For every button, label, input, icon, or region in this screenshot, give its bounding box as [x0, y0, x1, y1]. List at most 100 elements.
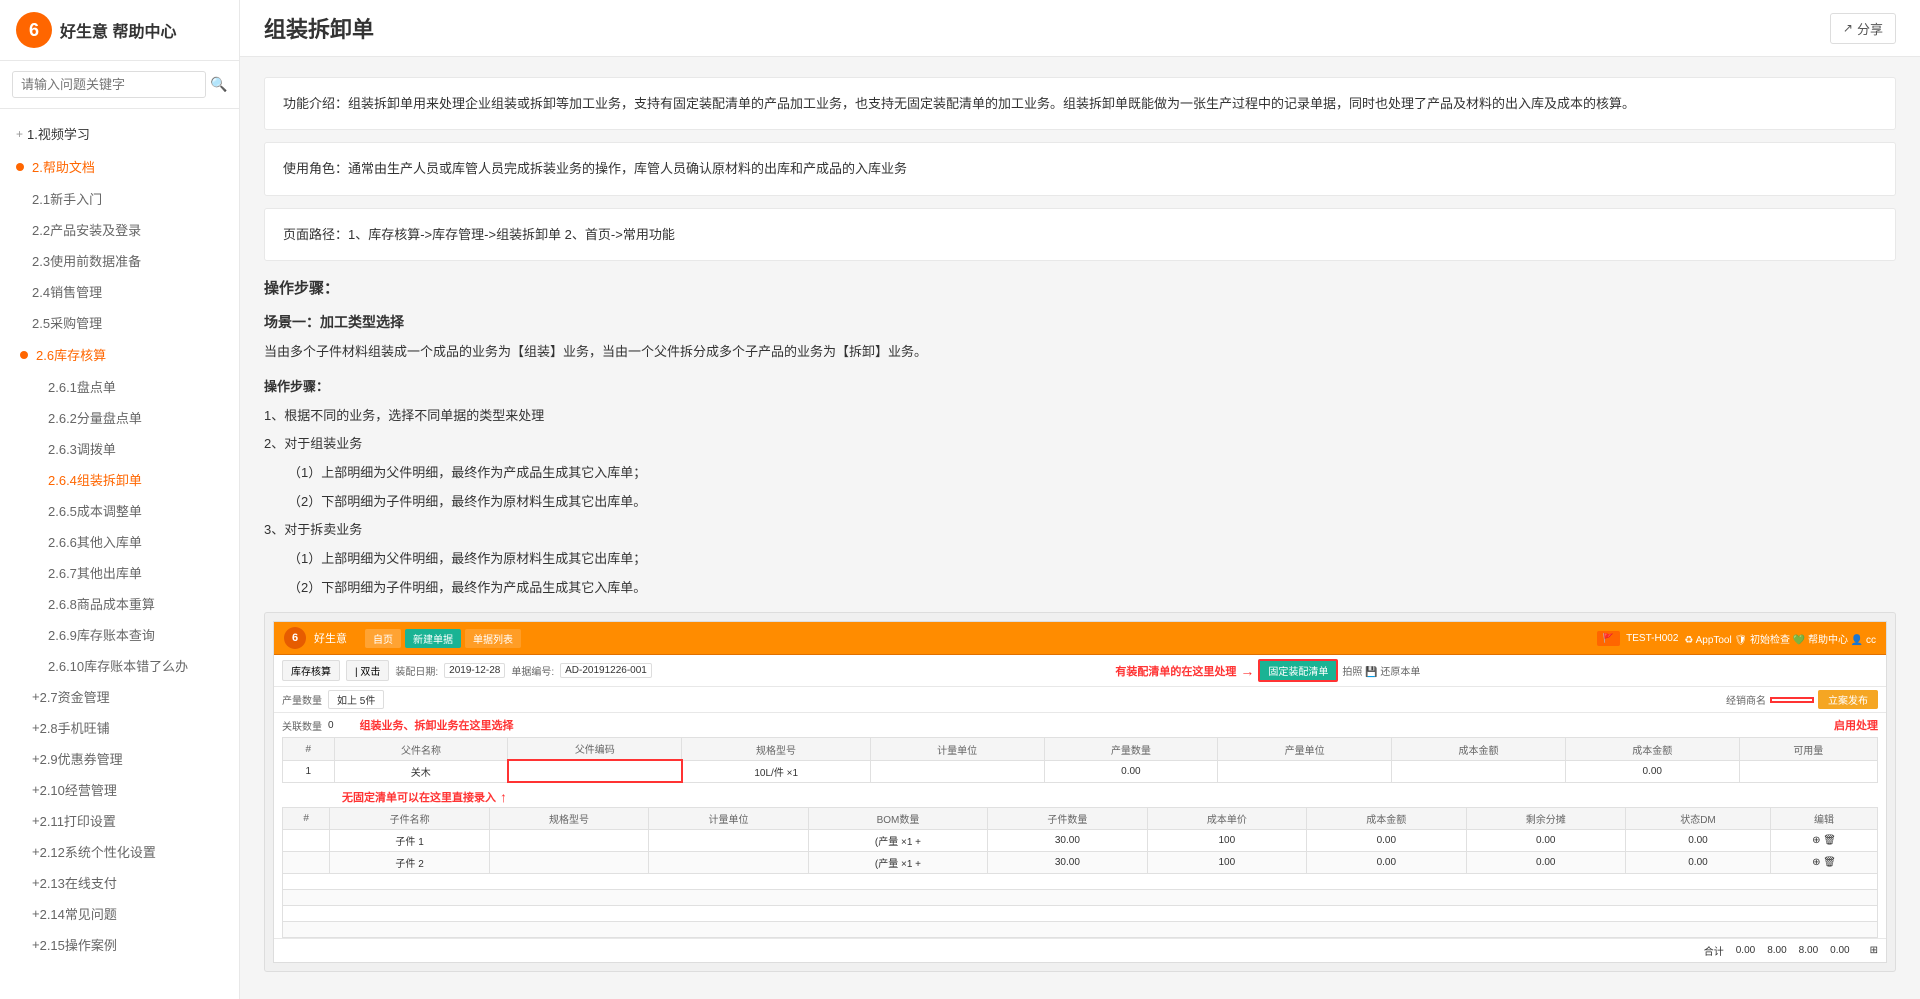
annotation-arrow-1: →	[1240, 663, 1254, 679]
step2-sub2-text: （2）下部明细为子件明细，最终作为原材料生成其它出库单。	[288, 490, 1896, 515]
sub-col-num: #	[283, 808, 330, 830]
sub-col-edit: 编辑	[1771, 808, 1878, 830]
sub-cell-rem-2: 0.00	[1466, 852, 1625, 874]
sub-cell-spec-1	[489, 830, 648, 852]
app-sub-tools: 经销商名 立案发布	[390, 690, 1878, 709]
sidebar-item-adjust[interactable]: 2.6.3调拨单	[0, 433, 239, 464]
step1-text: 1、根据不同的业务，选择不同单据的类型来处理	[264, 404, 1896, 429]
col-cost-amt2: 成本金额	[1565, 738, 1739, 761]
screenshot-container: 6 好生意 自页 新建单据 单据列表 🚩 TEST-H002 ♻ AppTool…	[264, 612, 1896, 972]
share-button[interactable]: ↗ 分享	[1830, 13, 1896, 44]
sub-cell-qty-2: 30.00	[988, 852, 1147, 874]
sub-cell-empty-3	[283, 874, 1878, 890]
sub-col-spec: 规格型号	[489, 808, 648, 830]
app-save-btn[interactable]: | 双击	[346, 660, 389, 681]
sub-table-row-4	[283, 890, 1878, 906]
sub-cell-edit-2: ⊕ 🗑	[1771, 852, 1878, 874]
sidebar-item-online-pay[interactable]: + 2.13在线支付	[0, 867, 239, 898]
sidebar-item-stocktake[interactable]: 2.6.1盘点单	[0, 371, 239, 402]
sub-col-status: 状态DM	[1625, 808, 1770, 830]
col-qty: 产量数量	[1044, 738, 1218, 761]
app-logo-icon: 6	[284, 627, 306, 649]
sub-cell-cp-1: 100	[1147, 830, 1306, 852]
app-new-btn[interactable]: 库存核算	[282, 660, 340, 681]
cell-prod-unit	[1218, 760, 1392, 782]
search-button[interactable]: 🔍	[210, 76, 227, 93]
role-intro-block: 使用角色：通常由生产人员或库管人员完成拆装业务的操作，库管人员确认原材料的出库和…	[264, 142, 1896, 195]
app-tab-bar: 自页 新建单据 单据列表	[365, 629, 521, 648]
sub-table-row-2: 子件 2 (产量 ×1 + 30.00 100 0.00 0.00 0.00 ⊕…	[283, 852, 1878, 874]
sidebar-item-other-out[interactable]: 2.6.7其他出库单	[0, 557, 239, 588]
sidebar-item-purchase[interactable]: 2.5采购管理	[0, 307, 239, 338]
sidebar-item-newbie[interactable]: 2.1新手入门	[0, 183, 239, 214]
sub-cell-ca-1: 0.00	[1307, 830, 1466, 852]
app-nav-bar: 库存核算 | 双击 装配日期: 2019-12-28 单据编号: AD-2019…	[274, 655, 1886, 687]
step3-sub2-text: （2）下部明细为子件明细，最终作为产成品生成其它入库单。	[288, 576, 1896, 601]
sidebar-item-goods-cost[interactable]: 2.6.8商品成本重算	[0, 588, 239, 619]
app-tab-self: 自页	[365, 629, 401, 648]
sub-cell-spec-2	[489, 852, 648, 874]
sidebar: 6 好生意 帮助中心 🔍 + 1.视频学习 2.帮助文档 2.1新手入门 2.2…	[0, 0, 240, 999]
open-dot-icon	[16, 163, 24, 171]
sub-cell-qty-1: 30.00	[988, 830, 1147, 852]
step3-text: 3、对于拆卖业务	[264, 518, 1896, 543]
footer-icon: ⊞	[1870, 945, 1878, 956]
sidebar-item-help-docs[interactable]: 2.帮助文档	[0, 150, 239, 183]
annotation-text-3: 组装业务、拆卸业务在这里选择	[360, 717, 514, 733]
sub-cell-name-2: 子件 2	[330, 852, 489, 874]
cell-spec: 10L/件 ×1	[682, 760, 871, 782]
sidebar-item-split-stock[interactable]: 2.6.2分量盘点单	[0, 402, 239, 433]
sidebar-item-inventory[interactable]: 2.6库存核算	[0, 338, 239, 371]
app-main-table: # 父件名称 父件编码 规格型号 计量单位 产量数量 产量单位 成本金额 成本金…	[282, 737, 1878, 783]
app-field-no: AD-20191226-001	[560, 663, 652, 678]
app-field-no-label: 单据编号:	[511, 663, 554, 678]
sub-cell-name-1: 子件 1	[330, 830, 489, 852]
sidebar-item-stock-check[interactable]: 2.6.9库存账本查询	[0, 619, 239, 650]
sidebar-item-sales[interactable]: 2.4销售管理	[0, 276, 239, 307]
sidebar-item-operations[interactable]: + 2.10经营管理	[0, 774, 239, 805]
footer-val-2: 8.00	[1767, 945, 1786, 956]
app-topbar-title: 好生意	[314, 630, 347, 646]
app-second-toolbar: 产量数量 如上 5件 经销商名 立案发布	[274, 687, 1886, 713]
sidebar-item-data-prep[interactable]: 2.3使用前数据准备	[0, 245, 239, 276]
sub-cell-ca-2: 0.00	[1307, 852, 1466, 874]
sidebar-item-settings[interactable]: + 2.12系统个性化设置	[0, 836, 239, 867]
app-screenshot: 6 好生意 自页 新建单据 单据列表 🚩 TEST-H002 ♻ AppTool…	[273, 621, 1887, 963]
footer-val-3: 8.00	[1799, 945, 1818, 956]
sub-cell-empty-4	[283, 890, 1878, 906]
sidebar-item-install[interactable]: 2.2产品安装及登录	[0, 214, 239, 245]
col-parent-name: 父件名称	[334, 738, 508, 761]
sub-cell-bom-1: (产量 ×1 +	[808, 830, 987, 852]
sub-col-unit: 计量单位	[649, 808, 808, 830]
sub-cell-unit-1	[649, 830, 808, 852]
sidebar-item-cost-adjust[interactable]: 2.6.5成本调整单	[0, 495, 239, 526]
annotation-arrow-5: ↑	[500, 789, 507, 805]
app-sub-count-label: 产量数量	[282, 692, 322, 707]
app-sub-table-wrapper: # 子件名称 规格型号 计量单位 BOM数量 子件数量 成本单价 成本金额 剩余…	[274, 807, 1886, 938]
search-input[interactable]	[12, 71, 206, 98]
app-process-btn[interactable]: 立案发布	[1818, 690, 1878, 709]
app-tab-new: 新建单据	[405, 629, 461, 648]
sidebar-item-assembly[interactable]: 2.6.4组装拆卸单	[0, 464, 239, 495]
sidebar-item-mobile[interactable]: + 2.8手机旺铺	[0, 712, 239, 743]
cell-num: 1	[283, 760, 335, 782]
logo-text: 好生意 帮助中心	[60, 18, 176, 42]
sidebar-item-coupon[interactable]: + 2.9优惠券管理	[0, 743, 239, 774]
app-field-date: 2019-12-28	[444, 663, 505, 678]
col-num: #	[283, 738, 335, 761]
col-spec: 规格型号	[682, 738, 871, 761]
app-field-dept	[1770, 697, 1814, 703]
app-topbar-right: 🚩 TEST-H002 ♻ AppTool 🛡 初始检查 💚 帮助中心 👤 cc	[529, 631, 1876, 646]
sidebar-item-stock-error[interactable]: 2.6.10库存账本错了么办	[0, 650, 239, 681]
scene1-desc: 当由多个子件材料组装成一个成品的业务为【组装】业务，当由一个父件拆分成多个子产品…	[264, 340, 1896, 365]
sidebar-item-print[interactable]: + 2.11打印设置	[0, 805, 239, 836]
step3-sub1-text: （1）上部明细为父件明细，最终作为原材料生成其它出库单；	[288, 547, 1896, 572]
sidebar-item-video[interactable]: + 1.视频学习	[0, 117, 239, 150]
sidebar-item-cases[interactable]: + 2.15操作案例	[0, 929, 239, 960]
sidebar-item-faq[interactable]: + 2.14常见问题	[0, 898, 239, 929]
sub-col-cost-price: 成本单价	[1147, 808, 1306, 830]
app-action-label: 拍照 💾 还原本单	[1342, 663, 1420, 678]
sidebar-item-other-in[interactable]: 2.6.6其他入库单	[0, 526, 239, 557]
sidebar-item-finance[interactable]: + 2.7资金管理	[0, 681, 239, 712]
app-fixed-list-btn[interactable]: 固定装配清单	[1258, 659, 1338, 682]
